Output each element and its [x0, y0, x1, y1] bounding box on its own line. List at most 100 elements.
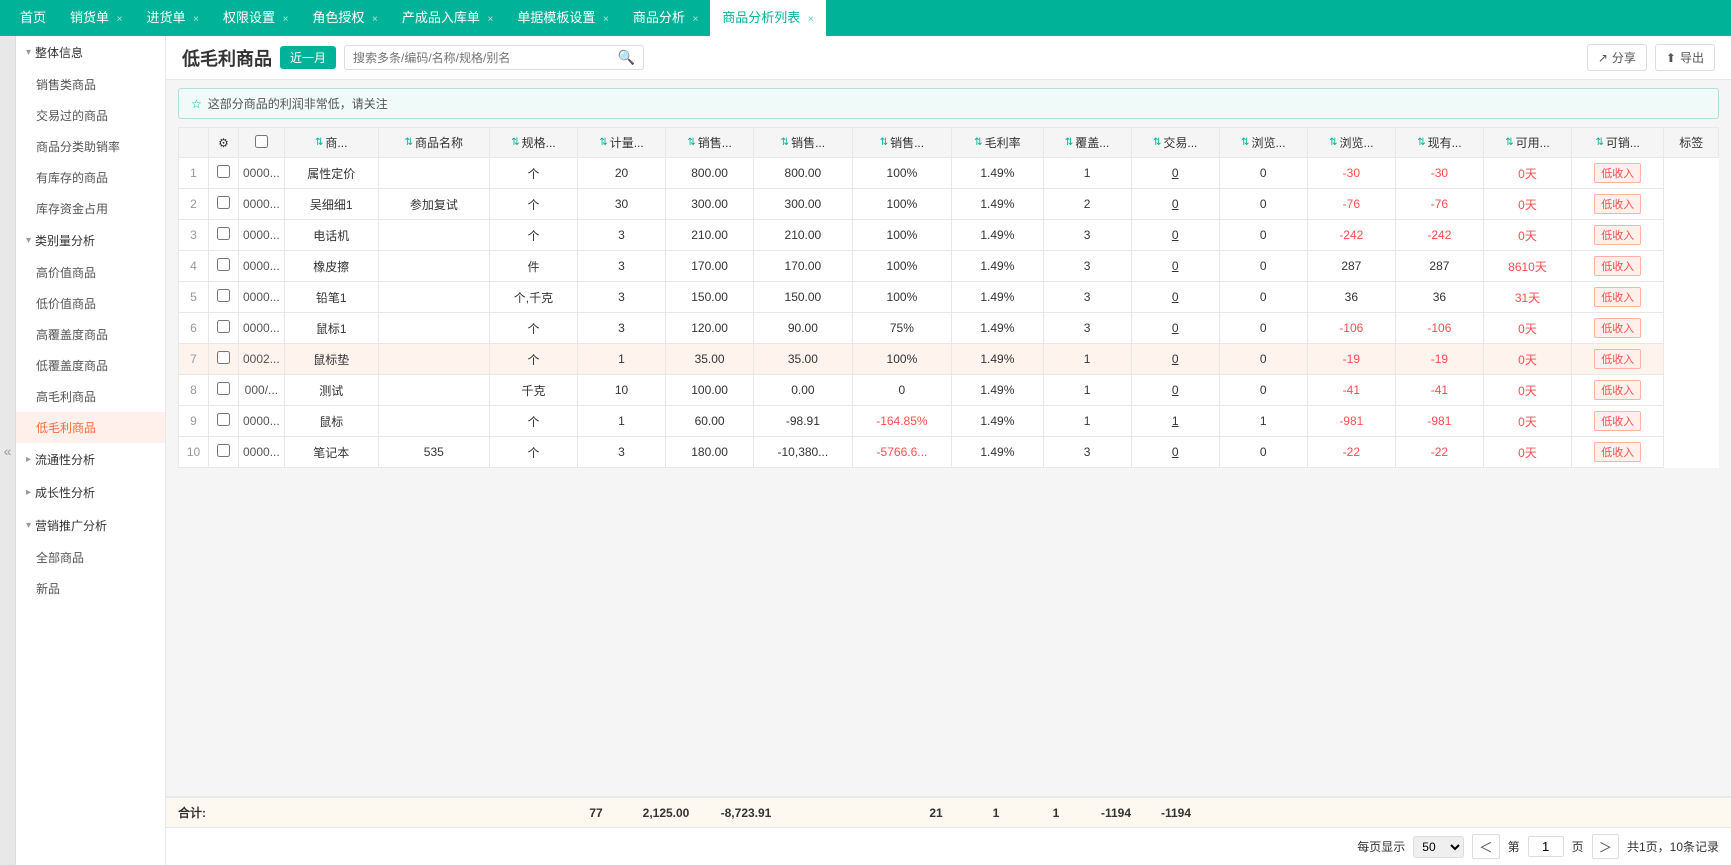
close-icon[interactable]: ×: [283, 14, 289, 25]
time-filter-button[interactable]: 近一月: [280, 46, 336, 69]
close-icon[interactable]: ×: [372, 14, 378, 25]
sidebar-item-stock-capital[interactable]: 库存资金占用: [16, 193, 165, 224]
sidebar-item-all-goods[interactable]: 全部商品: [16, 542, 165, 573]
cell-browse1[interactable]: 0: [1131, 189, 1219, 220]
nav-home[interactable]: 首页: [8, 0, 58, 36]
cell-checkbox[interactable]: [209, 158, 239, 189]
cell-browse1[interactable]: 0: [1131, 313, 1219, 344]
sidebar-item-high-value[interactable]: 高价值商品: [16, 257, 165, 288]
cell-sales-amount: 210.00: [754, 220, 852, 251]
close-icon[interactable]: ×: [603, 14, 609, 25]
col-current-stock[interactable]: ⇅现有...: [1395, 128, 1483, 158]
col-trade-count[interactable]: ⇅交易...: [1131, 128, 1219, 158]
sidebar-item-low-coverage[interactable]: 低覆盖度商品: [16, 350, 165, 381]
nav-purchase[interactable]: 进货单 ×: [134, 0, 210, 36]
nav-permission[interactable]: 权限设置 ×: [211, 0, 300, 36]
sidebar-group-overall[interactable]: ▾ 整体信息: [16, 36, 165, 69]
row-checkbox[interactable]: [217, 196, 230, 209]
cell-browse1[interactable]: 0: [1131, 220, 1219, 251]
cell-checkbox[interactable]: [209, 282, 239, 313]
sidebar-item-high-margin[interactable]: 高毛利商品: [16, 381, 165, 412]
cell-sales-amount: 90.00: [754, 313, 852, 344]
nav-template[interactable]: 单据模板设置 ×: [505, 0, 620, 36]
export-button[interactable]: ⬆ 导出: [1655, 44, 1715, 71]
nav-product-in[interactable]: 产成品入库单 ×: [390, 0, 505, 36]
col-sales-amount[interactable]: ⇅销售...: [852, 128, 952, 158]
col-browse1[interactable]: ⇅浏览...: [1219, 128, 1307, 158]
page-size-select[interactable]: 50 20 100 200: [1413, 836, 1464, 858]
col-sellable[interactable]: ⇅可销...: [1572, 128, 1664, 158]
prev-page-button[interactable]: ＜: [1472, 834, 1499, 859]
nav-sales[interactable]: 销货单 ×: [58, 0, 134, 36]
sidebar-item-new-goods[interactable]: 新品: [16, 573, 165, 604]
select-all-checkbox[interactable]: [255, 135, 268, 148]
row-checkbox[interactable]: [217, 320, 230, 333]
cell-checkbox[interactable]: [209, 344, 239, 375]
sidebar-item-traded-goods[interactable]: 交易过的商品: [16, 100, 165, 131]
nav-product-analysis-list[interactable]: 商品分析列表 ×: [710, 0, 825, 36]
col-tag[interactable]: 标签: [1664, 128, 1719, 158]
cell-checkbox[interactable]: [209, 189, 239, 220]
cell-coverage: 1.49%: [952, 344, 1043, 375]
cell-checkbox[interactable]: [209, 313, 239, 344]
cell-checkbox[interactable]: [209, 220, 239, 251]
cell-browse2: 0: [1219, 282, 1307, 313]
sidebar-collapse-btn[interactable]: «: [0, 36, 16, 865]
nav-product-analysis[interactable]: 商品分析 ×: [621, 0, 710, 36]
col-sales-price[interactable]: ⇅销售...: [754, 128, 852, 158]
cell-checkbox[interactable]: [209, 437, 239, 468]
sidebar-group-category[interactable]: ▾ 类别量分析: [16, 224, 165, 257]
cell-browse1[interactable]: 0: [1131, 251, 1219, 282]
sidebar-group-circulation[interactable]: ▸ 流通性分析: [16, 443, 165, 476]
row-checkbox[interactable]: [217, 289, 230, 302]
share-button[interactable]: ↗ 分享: [1587, 44, 1647, 71]
search-input[interactable]: [353, 51, 618, 65]
row-checkbox[interactable]: [217, 227, 230, 240]
nav-role[interactable]: 角色授权 ×: [300, 0, 389, 36]
sort-icon: ⇅: [599, 137, 607, 148]
cell-browse1[interactable]: 0: [1131, 375, 1219, 406]
col-unit[interactable]: ⇅计量...: [577, 128, 665, 158]
row-checkbox[interactable]: [217, 258, 230, 271]
cell-checkbox[interactable]: [209, 375, 239, 406]
cell-browse1[interactable]: 0: [1131, 158, 1219, 189]
cell-checkbox[interactable]: [209, 251, 239, 282]
cell-browse1[interactable]: 0: [1131, 282, 1219, 313]
sidebar-item-category-rate[interactable]: 商品分类助销率: [16, 131, 165, 162]
sidebar-item-sales-goods[interactable]: 销售类商品: [16, 69, 165, 100]
col-sales-qty[interactable]: ⇅销售...: [666, 128, 754, 158]
row-checkbox[interactable]: [217, 382, 230, 395]
cell-browse1[interactable]: 0: [1131, 437, 1219, 468]
col-browse2[interactable]: ⇅浏览...: [1307, 128, 1395, 158]
row-checkbox[interactable]: [217, 413, 230, 426]
table-container[interactable]: ⚙ ⇅商... ⇅商品名称 ⇅规格... ⇅计量... ⇅销售... ⇅销售..…: [166, 119, 1731, 796]
col-settings[interactable]: ⚙: [209, 128, 239, 158]
col-spec[interactable]: ⇅规格...: [489, 128, 577, 158]
close-icon[interactable]: ×: [117, 14, 123, 25]
col-checkbox[interactable]: [239, 128, 285, 158]
sidebar-item-low-margin[interactable]: 低毛利商品: [16, 412, 165, 443]
next-page-button[interactable]: ＞: [1592, 834, 1619, 859]
page-number-input[interactable]: [1528, 836, 1564, 857]
close-icon[interactable]: ×: [808, 14, 814, 25]
row-checkbox[interactable]: [217, 444, 230, 457]
col-name[interactable]: ⇅商品名称: [378, 128, 489, 158]
cell-checkbox[interactable]: [209, 406, 239, 437]
row-checkbox[interactable]: [217, 351, 230, 364]
close-icon[interactable]: ×: [692, 14, 698, 25]
sidebar-item-high-coverage[interactable]: 高覆盖度商品: [16, 319, 165, 350]
col-gross-margin[interactable]: ⇅毛利率: [952, 128, 1043, 158]
sidebar-item-low-value[interactable]: 低价值商品: [16, 288, 165, 319]
col-code[interactable]: ⇅商...: [284, 128, 378, 158]
sidebar-group-marketing[interactable]: ▾ 营销推广分析: [16, 509, 165, 542]
sidebar-item-in-stock[interactable]: 有库存的商品: [16, 162, 165, 193]
search-icon[interactable]: 🔍: [618, 49, 635, 66]
sidebar-group-growth[interactable]: ▸ 成长性分析: [16, 476, 165, 509]
cell-browse1[interactable]: 1: [1131, 406, 1219, 437]
row-checkbox[interactable]: [217, 165, 230, 178]
close-icon[interactable]: ×: [193, 14, 199, 25]
col-available[interactable]: ⇅可用...: [1483, 128, 1571, 158]
col-coverage[interactable]: ⇅覆盖...: [1043, 128, 1131, 158]
cell-browse1[interactable]: 0: [1131, 344, 1219, 375]
close-icon[interactable]: ×: [488, 14, 494, 25]
